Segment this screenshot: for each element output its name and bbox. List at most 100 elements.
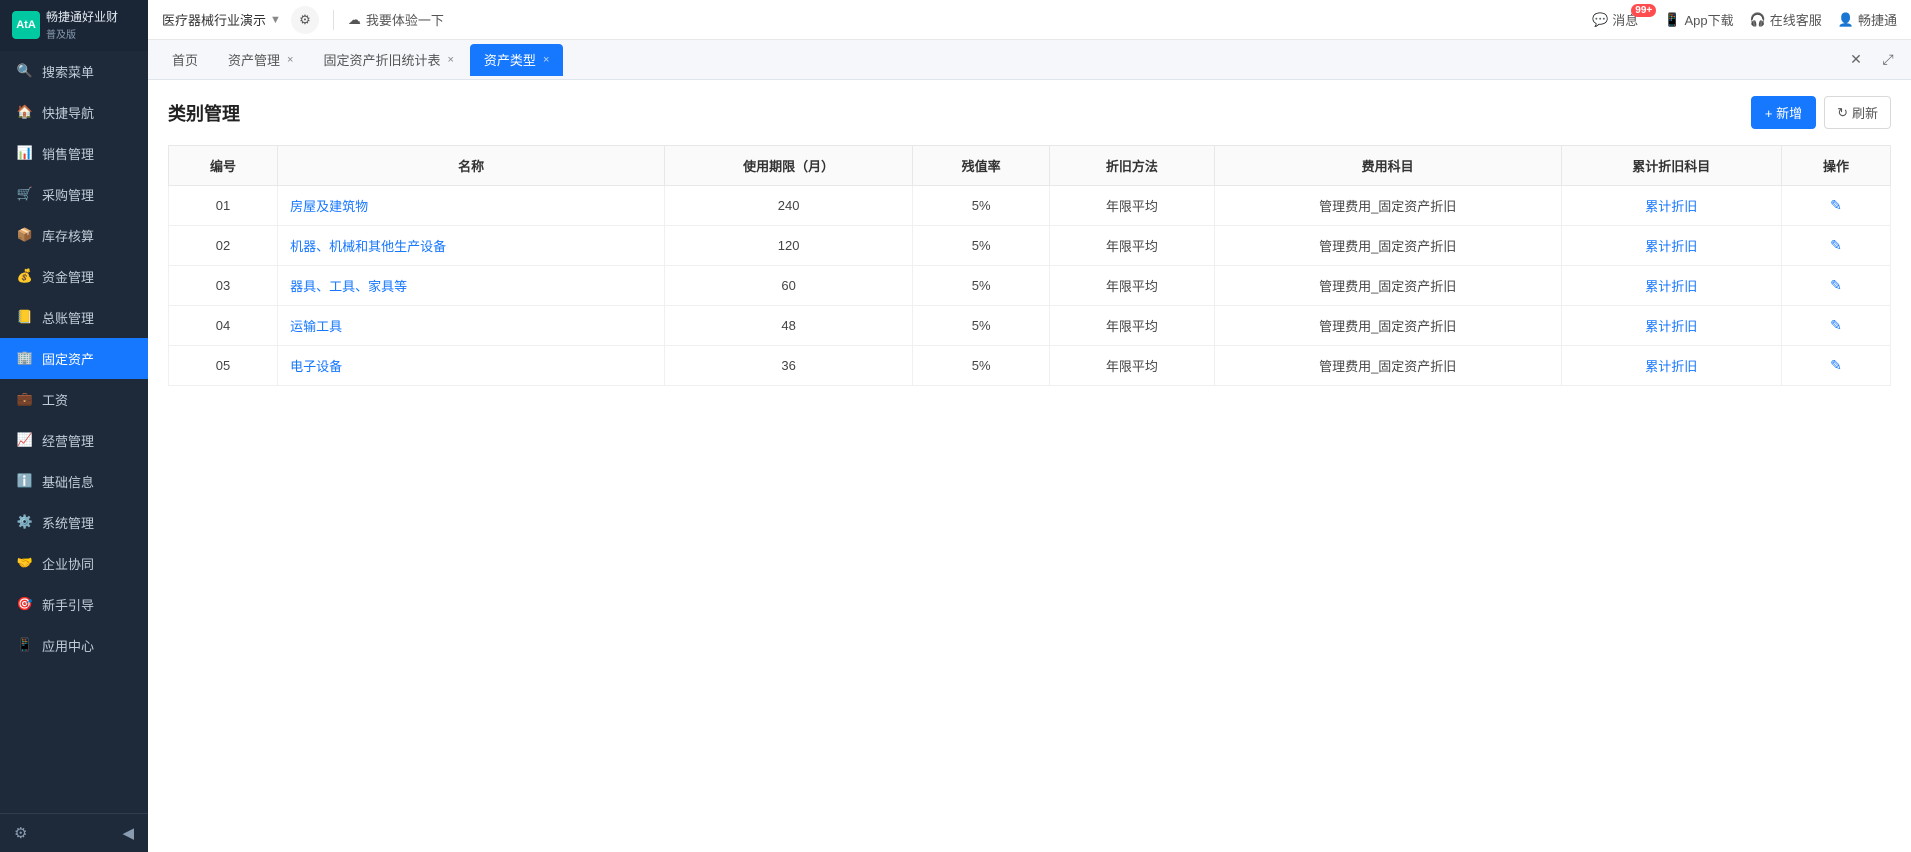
fixed-assets-label: 固定资产 [42, 349, 94, 368]
table-row: 05 电子设备 36 5% 年限平均 管理费用_固定资产折旧 累计折旧 ✎ [169, 346, 1891, 386]
edit-icon[interactable]: ✎ [1830, 197, 1842, 213]
app-download-label: App下载 [1684, 10, 1733, 29]
topbar-settings-button[interactable]: ⚙ [291, 6, 319, 34]
dropdown-icon: ▼ [270, 14, 281, 26]
sidebar-item-operations[interactable]: 📈 经营管理 [0, 420, 148, 461]
module-selector[interactable]: 医疗器械行业演示 ▼ [162, 10, 281, 29]
tabs-actions: ✕ ⤢ [1843, 47, 1901, 73]
page-content: 类别管理 + 新增 ↻ 刷新 编号名称使用期限（月）残值率折旧方法费用科目累计折… [148, 80, 1911, 852]
sidebar-menu: 🔍 搜索菜单 🏠 快捷导航 📊 销售管理 🛒 采购管理 📦 库存核算 💰 资金管… [0, 51, 148, 813]
app-icon: 📱 [1664, 12, 1680, 28]
app-download-button[interactable]: 📱 App下载 [1664, 10, 1733, 29]
tabs-container: 首页资产管理×固定资产折旧统计表×资产类型× [158, 44, 563, 76]
edit-icon[interactable]: ✎ [1830, 317, 1842, 333]
row-name: 器具、工具、家具等 [278, 266, 665, 306]
cooperation-label: 企业协同 [42, 554, 94, 573]
sidebar-item-basic-info[interactable]: ℹ️ 基础信息 [0, 461, 148, 502]
table-row: 01 房屋及建筑物 240 5% 年限平均 管理费用_固定资产折旧 累计折旧 ✎ [169, 186, 1891, 226]
tab-asset-type[interactable]: 资产类型× [470, 44, 563, 76]
app-center-label: 应用中心 [42, 636, 94, 655]
expand-tab-button[interactable]: ⤢ [1875, 47, 1901, 73]
topbar-divider [333, 10, 334, 30]
close-tab-button[interactable]: ✕ [1843, 47, 1869, 73]
sidebar-item-capital[interactable]: 💰 资金管理 [0, 256, 148, 297]
purchase-icon: 🛒 [16, 185, 34, 203]
table-col-header: 名称 [278, 146, 665, 186]
page-header: 类别管理 + 新增 ↻ 刷新 [168, 96, 1891, 129]
messages-button[interactable]: 💬 消息 99 [1592, 10, 1648, 29]
sidebar-footer: ⚙ ◀ [0, 813, 148, 852]
sidebar-item-system[interactable]: ⚙️ 系统管理 [0, 502, 148, 543]
table-col-header: 折旧方法 [1050, 146, 1215, 186]
row-expense: 管理费用_固定资产折旧 [1214, 226, 1561, 266]
sidebar-item-fixed-assets[interactable]: 🏢 固定资产 [0, 338, 148, 379]
table-header: 编号名称使用期限（月）残值率折旧方法费用科目累计折旧科目操作 [169, 146, 1891, 186]
row-period: 48 [665, 306, 913, 346]
tab-depreciation-report[interactable]: 固定资产折旧统计表× [309, 44, 467, 76]
sidebar-item-purchase[interactable]: 🛒 采购管理 [0, 174, 148, 215]
sidebar-item-sales[interactable]: 📊 销售管理 [0, 133, 148, 174]
page-title: 类别管理 [168, 100, 240, 126]
row-operation: ✎ [1781, 186, 1890, 226]
table-col-header: 操作 [1781, 146, 1890, 186]
table-row: 02 机器、机械和其他生产设备 120 5% 年限平均 管理费用_固定资产折旧 … [169, 226, 1891, 266]
sidebar-item-guide[interactable]: 🎯 新手引导 [0, 584, 148, 625]
sidebar-item-payroll[interactable]: 💼 工资 [0, 379, 148, 420]
row-operation: ✎ [1781, 226, 1890, 266]
sales-icon: 📊 [16, 144, 34, 162]
row-operation: ✎ [1781, 346, 1890, 386]
main-content: 医疗器械行业演示 ▼ ⚙ ☁ 我要体验一下 💬 消息 99 📱 App下载 🎧 … [148, 0, 1911, 852]
table-row: 03 器具、工具、家具等 60 5% 年限平均 管理费用_固定资产折旧 累计折旧… [169, 266, 1891, 306]
cooperation-icon: 🤝 [16, 554, 34, 572]
edit-icon[interactable]: ✎ [1830, 277, 1842, 293]
sidebar-item-quick-nav[interactable]: 🏠 快捷导航 [0, 92, 148, 133]
experience-button[interactable]: ☁ 我要体验一下 [348, 10, 444, 29]
row-expense: 管理费用_固定资产折旧 [1214, 266, 1561, 306]
tab-asset-management[interactable]: 资产管理× [214, 44, 307, 76]
row-period: 240 [665, 186, 913, 226]
system-label: 系统管理 [42, 513, 94, 532]
table-col-header: 残值率 [913, 146, 1050, 186]
row-name: 机器、机械和其他生产设备 [278, 226, 665, 266]
sidebar-item-ledger[interactable]: 📒 总账管理 [0, 297, 148, 338]
ledger-icon: 📒 [16, 308, 34, 326]
row-expense: 管理费用_固定资产折旧 [1214, 346, 1561, 386]
tab-home[interactable]: 首页 [158, 44, 212, 76]
payroll-icon: 💼 [16, 390, 34, 408]
customer-service-button[interactable]: 🎧 在线客服 [1750, 10, 1822, 29]
user-button[interactable]: 👤 畅捷通 [1838, 10, 1897, 29]
quick-nav-icon: 🏠 [16, 103, 34, 121]
table-col-header: 费用科目 [1214, 146, 1561, 186]
tab-close-asset-type[interactable]: × [543, 54, 549, 66]
table-body: 01 房屋及建筑物 240 5% 年限平均 管理费用_固定资产折旧 累计折旧 ✎… [169, 186, 1891, 386]
sidebar-item-cooperation[interactable]: 🤝 企业协同 [0, 543, 148, 584]
settings-icon[interactable]: ⚙ [14, 824, 27, 842]
row-operation: ✎ [1781, 306, 1890, 346]
operations-icon: 📈 [16, 431, 34, 449]
edit-icon[interactable]: ✎ [1830, 237, 1842, 253]
refresh-button[interactable]: ↻ 刷新 [1824, 96, 1891, 129]
sidebar-item-inventory[interactable]: 📦 库存核算 [0, 215, 148, 256]
sidebar-item-app-center[interactable]: 📱 应用中心 [0, 625, 148, 666]
collapse-icon[interactable]: ◀ [122, 824, 134, 842]
sidebar-item-search[interactable]: 🔍 搜索菜单 [0, 51, 148, 92]
module-name: 医疗器械行业演示 [162, 10, 266, 29]
sidebar: AtA 畅捷通好业财 普及版 🔍 搜索菜单 🏠 快捷导航 📊 销售管理 🛒 采购… [0, 0, 148, 852]
sidebar-logo: AtA 畅捷通好业财 普及版 [0, 0, 148, 51]
guide-icon: 🎯 [16, 595, 34, 613]
tab-close-depreciation-report[interactable]: × [447, 54, 453, 66]
user-label: 畅捷通 [1858, 10, 1897, 29]
ledger-label: 总账管理 [42, 308, 94, 327]
new-button[interactable]: + 新增 [1751, 96, 1816, 129]
row-id: 03 [169, 266, 278, 306]
page-actions: + 新增 ↻ 刷新 [1751, 96, 1891, 129]
quick-nav-label: 快捷导航 [42, 103, 94, 122]
table-col-header: 编号 [169, 146, 278, 186]
operations-label: 经营管理 [42, 431, 94, 450]
row-residual: 5% [913, 226, 1050, 266]
tab-close-asset-management[interactable]: × [287, 54, 293, 66]
row-method: 年限平均 [1050, 186, 1215, 226]
row-accumulated: 累计折旧 [1561, 346, 1781, 386]
row-method: 年限平均 [1050, 266, 1215, 306]
edit-icon[interactable]: ✎ [1830, 357, 1842, 373]
